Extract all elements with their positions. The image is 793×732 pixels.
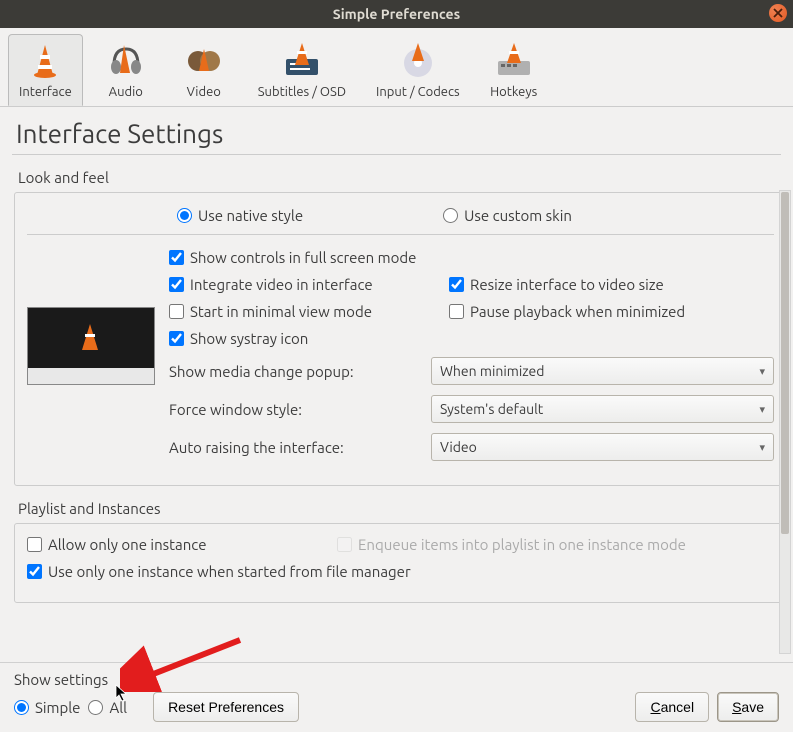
select-auto-raise[interactable]: Video: [431, 433, 774, 461]
reset-preferences-button[interactable]: Reset Preferences: [153, 692, 299, 722]
check-integrate-video[interactable]: Integrate video in interface: [169, 276, 419, 293]
tab-label: Interface: [19, 85, 72, 99]
section-look-title: Look and feel: [18, 169, 787, 186]
label-media-change: Show media change popup:: [169, 363, 419, 380]
cancel-button[interactable]: Cancel: [635, 692, 709, 722]
subtitles-icon: [282, 41, 322, 81]
disc-icon: [398, 41, 438, 81]
category-tabs: Interface Audio Video: [0, 28, 793, 107]
tab-audio[interactable]: Audio: [91, 34, 161, 106]
check-show-controls[interactable]: Show controls in full screen mode: [169, 249, 419, 266]
show-settings-label: Show settings: [14, 671, 779, 688]
label-force-style: Force window style:: [169, 401, 419, 418]
tab-input-codecs[interactable]: Input / Codecs: [365, 34, 471, 106]
label-auto-raise: Auto raising the interface:: [169, 439, 419, 456]
tab-video[interactable]: Video: [169, 34, 239, 106]
page-title: Interface Settings: [0, 107, 793, 154]
radio-show-simple[interactable]: Simple: [14, 699, 80, 716]
check-systray[interactable]: Show systray icon: [169, 330, 419, 347]
tab-label: Audio: [109, 85, 143, 99]
film-icon: [184, 41, 224, 81]
close-button[interactable]: [769, 4, 787, 22]
look-panel: Use native style Use custom skin: [14, 192, 787, 486]
check-one-from-fm[interactable]: Use only one instance when started from …: [27, 563, 411, 580]
settings-scroll[interactable]: Look and feel Use native style Use custo…: [0, 155, 791, 662]
window-title: Simple Preferences: [333, 6, 460, 22]
dialog-footer: Show settings Simple All Reset Preferenc…: [0, 662, 793, 732]
radio-show-all[interactable]: All: [88, 699, 127, 716]
keyboard-icon: [494, 41, 534, 81]
vertical-scrollbar[interactable]: [779, 190, 791, 654]
check-pause-minimized[interactable]: Pause playback when minimized: [449, 303, 699, 320]
check-resize-interface[interactable]: Resize interface to video size: [449, 276, 699, 293]
playlist-panel: Allow only one instance Enqueue items in…: [14, 523, 787, 603]
radio-custom-skin[interactable]: Use custom skin: [443, 207, 572, 224]
tab-interface[interactable]: Interface: [8, 34, 83, 106]
scrollbar-thumb[interactable]: [781, 192, 789, 534]
radio-native-style[interactable]: Use native style: [177, 207, 303, 224]
headphones-icon: [106, 41, 146, 81]
tab-label: Subtitles / OSD: [258, 85, 346, 99]
select-force-style[interactable]: System's default: [431, 395, 774, 423]
tab-label: Input / Codecs: [376, 85, 460, 99]
interface-preview-image: [27, 307, 155, 385]
tab-label: Video: [187, 85, 221, 99]
check-minimal-mode[interactable]: Start in minimal view mode: [169, 303, 419, 320]
tab-label: Hotkeys: [490, 85, 537, 99]
window-titlebar: Simple Preferences: [0, 0, 793, 28]
section-playlist-title: Playlist and Instances: [18, 500, 787, 517]
cone-icon: [25, 41, 65, 81]
check-one-instance[interactable]: Allow only one instance: [27, 536, 277, 553]
tab-hotkeys[interactable]: Hotkeys: [479, 34, 549, 106]
select-media-change[interactable]: When minimized: [431, 357, 774, 385]
tab-subtitles[interactable]: Subtitles / OSD: [247, 34, 357, 106]
save-button[interactable]: Save: [717, 692, 779, 722]
check-enqueue: Enqueue items into playlist in one insta…: [337, 536, 686, 553]
